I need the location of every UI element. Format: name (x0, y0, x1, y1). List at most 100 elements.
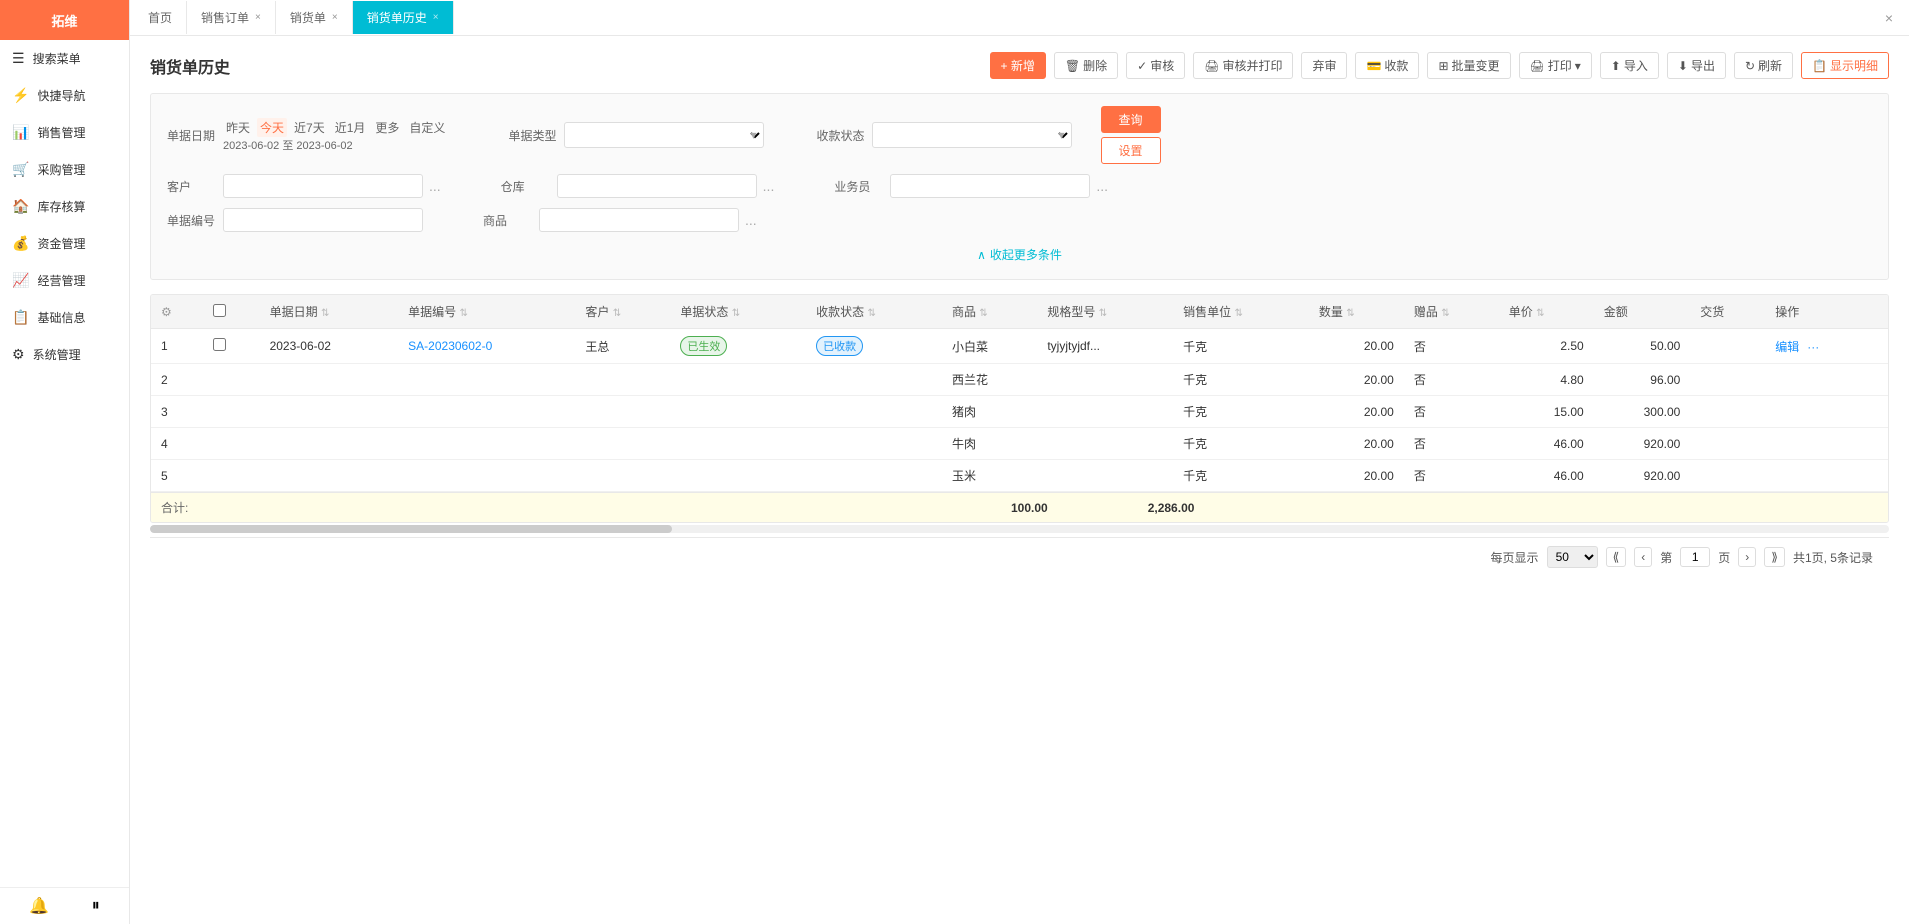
collect-status-select[interactable] (872, 122, 1072, 148)
filter-area: 单据日期 昨天 今天 近7天 近1月 更多 自定义 2023-06-02 至 2… (150, 93, 1889, 280)
th-qty[interactable]: 数量 ⇅ (1309, 295, 1404, 329)
print-button[interactable]: 🖨 打印 ▾ (1519, 52, 1592, 79)
import-button[interactable]: ⬆ 导入 (1600, 52, 1659, 79)
prev-page-button[interactable]: ‹ (1634, 547, 1652, 567)
td-action (1765, 396, 1888, 428)
td-spec (1037, 396, 1173, 428)
sidebar-item-basic-info[interactable]: 📋 基础信息 (0, 299, 129, 336)
salesperson-dots[interactable]: ... (1096, 178, 1108, 194)
th-doc-date[interactable]: 单据日期 ⇅ (260, 295, 399, 329)
tab-sales-delivery[interactable]: 销货单 × (276, 1, 353, 34)
th-goods[interactable]: 商品 ⇅ (942, 295, 1037, 329)
th-transaction[interactable]: 交货 (1690, 295, 1765, 329)
customer-input[interactable] (223, 174, 423, 198)
shortcut-custom[interactable]: 自定义 (406, 118, 448, 137)
sort-doc-date-icon: ⇅ (321, 308, 329, 319)
select-all-checkbox[interactable] (213, 304, 226, 317)
filter-date: 单据日期 昨天 今天 近7天 近1月 更多 自定义 2023-06-02 至 2… (167, 118, 448, 153)
abandon-button[interactable]: 弃审 (1301, 52, 1347, 79)
total-info: 共1页, 5条记录 (1793, 549, 1873, 566)
th-action: 操作 (1765, 295, 1888, 329)
date-range-display: 2023-06-02 至 2023-06-02 (223, 137, 448, 153)
toolbar: + 新增 🗑 删除 ✓ 审核 🖨 审核并打印 弃审 💳 (990, 52, 1889, 79)
th-gear[interactable]: ⚙ (151, 295, 203, 329)
audit-button[interactable]: ✓ 审核 (1126, 52, 1185, 79)
sidebar-item-operations[interactable]: 📈 经营管理 (0, 262, 129, 299)
tab-sales-order-close[interactable]: × (255, 12, 261, 23)
filter-collapse-button[interactable]: ∧ 收起更多条件 (167, 242, 1872, 267)
sidebar-item-system[interactable]: ⚙ 系统管理 (0, 336, 129, 373)
collapse-label: 收起更多条件 (990, 246, 1062, 263)
sidebar-item-search-menu[interactable]: ☰ 搜索菜单 (0, 40, 129, 77)
data-table-container: ⚙ 单据日期 ⇅ 单据编号 ⇅ 客户 ⇅ 单据状态 ⇅ 收款状态 ⇅ 商品 ⇅ … (150, 294, 1889, 523)
warehouse-input[interactable] (557, 174, 757, 198)
collect-status-label: 收款状态 (816, 127, 866, 144)
delete-button[interactable]: 🗑 删除 (1054, 52, 1118, 79)
tab-bar-close-button[interactable]: × (1873, 10, 1905, 26)
tab-sales-history[interactable]: 销货单历史 × (353, 1, 454, 34)
doc-type-select[interactable] (564, 122, 764, 148)
summary-row: 合计: 100.00 2,286.00 (151, 492, 1888, 522)
th-amount[interactable]: 金额 (1594, 295, 1691, 329)
first-page-button[interactable]: ⟪ (1606, 547, 1627, 567)
query-button[interactable]: 查询 (1101, 106, 1161, 133)
shortcut-more[interactable]: 更多 (372, 118, 402, 137)
goods-dots[interactable]: ... (745, 212, 757, 228)
td-customer (575, 396, 670, 428)
sidebar-item-sales-mgmt[interactable]: 📊 销售管理 (0, 114, 129, 151)
shortcut-yesterday[interactable]: 昨天 (223, 118, 253, 137)
shortcut-1month[interactable]: 近1月 (332, 118, 369, 137)
th-customer[interactable]: 客户 ⇅ (575, 295, 670, 329)
new-button[interactable]: + 新增 (990, 52, 1046, 79)
tab-sales-order-label: 销售订单 (201, 9, 249, 26)
tab-sales-order[interactable]: 销售订单 × (187, 1, 276, 34)
setting-button[interactable]: 设置 (1101, 137, 1161, 164)
edit-link[interactable]: 编辑 (1775, 340, 1799, 354)
doc-no-link[interactable]: SA-20230602-0 (408, 339, 492, 353)
pause-icon[interactable]: ⏸ (92, 897, 100, 915)
sidebar-item-finance[interactable]: 💰 资金管理 (0, 225, 129, 262)
batch-change-button[interactable]: ⊞ 批量变更 (1427, 52, 1510, 79)
page-number-input[interactable] (1680, 547, 1710, 567)
collapse-arrow-icon: ∧ (977, 248, 986, 262)
td-customer (575, 428, 670, 460)
sort-customer-icon: ⇅ (613, 308, 621, 319)
doc-no-input[interactable] (223, 208, 423, 232)
last-page-button[interactable]: ⟫ (1764, 547, 1785, 567)
salesperson-input[interactable] (890, 174, 1090, 198)
th-price[interactable]: 单价 ⇅ (1499, 295, 1594, 329)
notification-icon[interactable]: 🔔 (29, 896, 49, 916)
audit-print-button[interactable]: 🖨 审核并打印 (1193, 52, 1293, 79)
th-doc-no[interactable]: 单据编号 ⇅ (398, 295, 575, 329)
sidebar-item-quick-nav[interactable]: ⚡ 快捷导航 (0, 77, 129, 114)
th-spec[interactable]: 规格型号 ⇅ (1037, 295, 1173, 329)
row-checkbox[interactable] (213, 338, 226, 351)
shortcut-today[interactable]: 今天 (257, 118, 287, 137)
sidebar-item-purchase-mgmt[interactable]: 🛒 采购管理 (0, 151, 129, 188)
th-gift[interactable]: 赠品 ⇅ (1404, 295, 1499, 329)
th-collect-status[interactable]: 收款状态 ⇅ (806, 295, 942, 329)
customer-dots[interactable]: ... (429, 178, 441, 194)
warehouse-dots[interactable]: ... (763, 178, 775, 194)
shortcut-7days[interactable]: 近7天 (291, 118, 328, 137)
sidebar-item-label: 资金管理 (37, 235, 85, 252)
tab-sales-delivery-close[interactable]: × (332, 12, 338, 23)
show-detail-button[interactable]: 📋 显示明细 (1801, 52, 1889, 79)
collect-button[interactable]: 💳 收款 (1355, 52, 1419, 79)
goods-input[interactable] (539, 208, 739, 232)
td-gift: 否 (1404, 396, 1499, 428)
per-page-select[interactable]: 50 100 200 (1547, 546, 1598, 568)
sales-mgmt-icon: 📊 (12, 124, 29, 141)
th-unit[interactable]: 销售单位 ⇅ (1173, 295, 1309, 329)
td-amount: 920.00 (1594, 460, 1691, 492)
tab-home-label: 首页 (148, 9, 172, 26)
th-doc-status[interactable]: 单据状态 ⇅ (670, 295, 806, 329)
horizontal-scrollbar[interactable] (150, 525, 1889, 533)
refresh-button[interactable]: ↻ 刷新 (1734, 52, 1793, 79)
next-page-button[interactable]: › (1738, 547, 1756, 567)
sidebar-item-inventory[interactable]: 🏠 库存核算 (0, 188, 129, 225)
export-button[interactable]: ⬇ 导出 (1667, 52, 1726, 79)
tab-home[interactable]: 首页 (134, 1, 187, 34)
tab-sales-history-close[interactable]: × (433, 12, 439, 23)
more-link[interactable]: ··· (1807, 340, 1819, 354)
